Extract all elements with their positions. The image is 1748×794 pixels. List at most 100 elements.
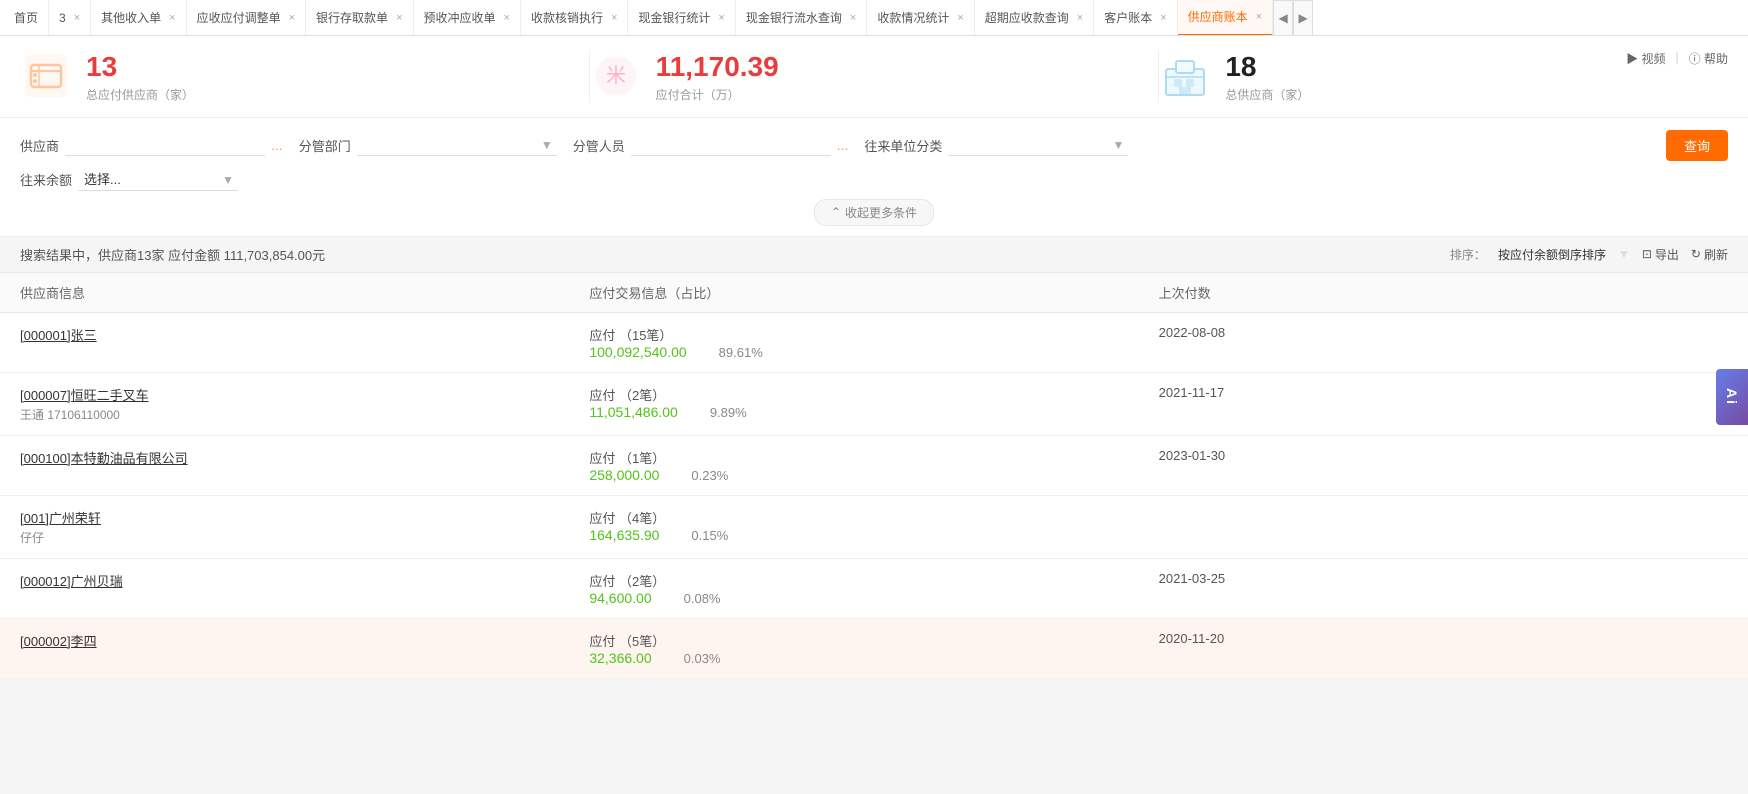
nav-tab-customer-account[interactable]: 客户账本 × xyxy=(1094,0,1177,36)
close-icon[interactable]: × xyxy=(169,12,175,24)
ap-amount[interactable]: 100,092,540.00 xyxy=(589,344,686,360)
nav-tab-home[interactable]: 首页 xyxy=(4,0,49,36)
ap-suppliers-text: 13 总应付供应商（家） xyxy=(86,50,194,103)
nav-tab-t3[interactable]: 3 × xyxy=(49,0,91,36)
ap-transaction-cell: 应付 （2笔） 94,600.00 0.08% xyxy=(589,571,1158,606)
balance-select[interactable]: 选择... xyxy=(78,169,238,191)
close-icon[interactable]: × xyxy=(1160,12,1166,24)
ap-pct: 0.23% xyxy=(691,468,728,483)
table-body: [000001]张三 应付 （15笔） 100,092,540.00 89.61… xyxy=(0,313,1748,679)
balance-select-wrapper: 选择... ▼ xyxy=(78,169,238,191)
ap-amount[interactable]: 11,051,486.00 xyxy=(589,404,678,420)
query-button[interactable]: 查询 xyxy=(1666,130,1728,161)
result-bar: 搜索结果中，供应商13家 应付金额 111,703,854.00元 排序： 按应… xyxy=(0,237,1748,273)
ap-label: 应付 xyxy=(589,634,615,649)
ap-label: 应付 xyxy=(589,328,615,343)
ap-amount[interactable]: 32,366.00 xyxy=(589,650,651,666)
close-icon[interactable]: × xyxy=(1077,12,1083,24)
close-icon[interactable]: × xyxy=(850,12,856,24)
close-icon[interactable]: × xyxy=(74,12,80,24)
close-icon[interactable]: × xyxy=(611,12,617,24)
ai-label: Ai xyxy=(1724,388,1740,406)
ap-label: 应付 xyxy=(589,451,615,466)
refresh-button[interactable]: ↻ 刷新 xyxy=(1691,246,1728,263)
dept-label: 分管部门 xyxy=(299,136,351,155)
nav-tab-collect-verify[interactable]: 收款核销执行 × xyxy=(521,0,628,36)
category-select-wrapper: ▼ xyxy=(948,134,1128,156)
nav-tab-ap-adjust[interactable]: 应收应付调整单 × xyxy=(187,0,306,36)
summary-card-ap-total: 米 11,170.39 应付合计（万） xyxy=(590,50,1160,103)
filter-person: 分管人员 ... xyxy=(573,134,849,156)
close-icon[interactable]: × xyxy=(957,12,963,24)
last-pay-date: 2022-08-08 xyxy=(1159,325,1226,340)
filter-balance: 往来余额 选择... ▼ xyxy=(20,169,238,191)
close-icon[interactable]: × xyxy=(396,12,402,24)
total-suppliers-icon xyxy=(1159,50,1211,102)
supplier-link[interactable]: [000012]广州贝瑞 xyxy=(20,574,123,589)
last-pay-cell: 2020-11-20 xyxy=(1159,631,1728,666)
ap-transaction-cell: 应付 （15笔） 100,092,540.00 89.61% xyxy=(589,325,1158,360)
nav-tab-t3-label: 3 xyxy=(59,11,66,25)
nav-tab-cash-bank-stat[interactable]: 现金银行统计 × xyxy=(628,0,735,36)
ap-transaction-cell: 应付 （2笔） 11,051,486.00 9.89% xyxy=(589,385,1158,423)
nav-next-button[interactable]: ▶ xyxy=(1293,0,1313,36)
nav-tab-supplier-account[interactable]: 供应商账本 × xyxy=(1178,0,1273,36)
ap-label: 应付 xyxy=(589,574,615,589)
ap-total-icon: 米 xyxy=(590,50,642,102)
table-row: [000002]李四 应付 （5笔） 32,366.00 0.03% 2020-… xyxy=(0,619,1748,679)
supplier-link[interactable]: [000007]恒旺二手叉车 xyxy=(20,388,149,403)
supplier-link[interactable]: [000100]本特勤油品有限公司 xyxy=(20,451,188,466)
supplier-sub: 王通 17106110000 xyxy=(20,406,589,423)
video-link[interactable]: ▶ 视频 xyxy=(1626,50,1665,67)
supplier-link[interactable]: [001]广州荣轩 xyxy=(20,511,101,526)
ap-suppliers-icon xyxy=(20,50,72,102)
sort-label: 排序： xyxy=(1450,246,1486,263)
nav-tab-other-income-label: 其他收入单 xyxy=(101,9,161,26)
ai-assistant-button[interactable]: Ai xyxy=(1716,369,1748,425)
export-button[interactable]: ⊡ 导出 xyxy=(1642,246,1679,263)
nav-tab-prepay-collect[interactable]: 预收冲应收单 × xyxy=(414,0,521,36)
collapse-button[interactable]: ⌃ 收起更多条件 xyxy=(814,199,934,226)
dept-input[interactable] xyxy=(357,134,557,156)
export-icon: ⊡ xyxy=(1642,247,1652,261)
category-input[interactable] xyxy=(948,134,1128,156)
supplier-link[interactable]: [000001]张三 xyxy=(20,328,97,343)
help-link[interactable]: ⓘ 帮助 xyxy=(1689,50,1728,67)
ap-total-text: 11,170.39 应付合计（万） xyxy=(656,50,779,103)
supplier-link[interactable]: [000002]李四 xyxy=(20,634,97,649)
person-input[interactable] xyxy=(631,134,831,156)
supplier-dots-button[interactable]: ... xyxy=(271,137,283,153)
table-row: [000100]本特勤油品有限公司 应付 （1笔） 258,000.00 0.2… xyxy=(0,436,1748,496)
last-pay-cell: 2022-08-08 xyxy=(1159,325,1728,360)
last-pay-cell: 2021-03-25 xyxy=(1159,571,1728,606)
nav-tab-prepay-collect-label: 预收冲应收单 xyxy=(424,9,496,26)
sort-value-button[interactable]: 按应付余额倒序排序 xyxy=(1498,246,1606,263)
ap-pct: 89.61% xyxy=(719,345,763,360)
ap-amount[interactable]: 94,600.00 xyxy=(589,590,651,606)
nav-tab-collect-verify-label: 收款核销执行 xyxy=(531,9,603,26)
nav-prev-button[interactable]: ◀ xyxy=(1273,0,1293,36)
nav-tab-cash-bank-flow[interactable]: 现金银行流水查询 × xyxy=(736,0,867,36)
nav-tab-ap-adjust-label: 应收应付调整单 xyxy=(197,9,281,26)
ap-total-label: 应付合计（万） xyxy=(656,86,779,103)
nav-tab-bank-deposit[interactable]: 银行存取款单 × xyxy=(306,0,413,36)
last-pay-cell: 2023-01-30 xyxy=(1159,448,1728,483)
nav-tab-other-income[interactable]: 其他收入单 × xyxy=(91,0,186,36)
filter-row-1: 供应商 ... 分管部门 ▼ 分管人员 ... 往来单位分类 ▼ 查询 xyxy=(20,130,1728,161)
refresh-icon: ↻ xyxy=(1691,247,1701,261)
close-icon[interactable]: × xyxy=(718,12,724,24)
close-icon[interactable]: × xyxy=(1256,11,1262,23)
nav-tab-customer-account-label: 客户账本 xyxy=(1104,9,1152,26)
summary-bar: 13 总应付供应商（家） 米 11,170.39 应付合计（万） xyxy=(0,36,1748,118)
ap-amount[interactable]: 164,635.90 xyxy=(589,527,659,543)
close-icon[interactable]: × xyxy=(289,12,295,24)
nav-tab-overdue-collect[interactable]: 超期应收款查询 × xyxy=(975,0,1094,36)
ap-amount[interactable]: 258,000.00 xyxy=(589,467,659,483)
nav-tab-collect-stat[interactable]: 收款情况统计 × xyxy=(867,0,974,36)
person-dots-button[interactable]: ... xyxy=(837,137,849,153)
header-supplier-info: 供应商信息 xyxy=(20,283,589,302)
supplier-info-cell: [000100]本特勤油品有限公司 xyxy=(20,448,589,483)
close-icon[interactable]: × xyxy=(504,12,510,24)
supplier-input[interactable] xyxy=(65,134,265,156)
filter-row-2: 往来余额 选择... ▼ xyxy=(20,169,1728,191)
